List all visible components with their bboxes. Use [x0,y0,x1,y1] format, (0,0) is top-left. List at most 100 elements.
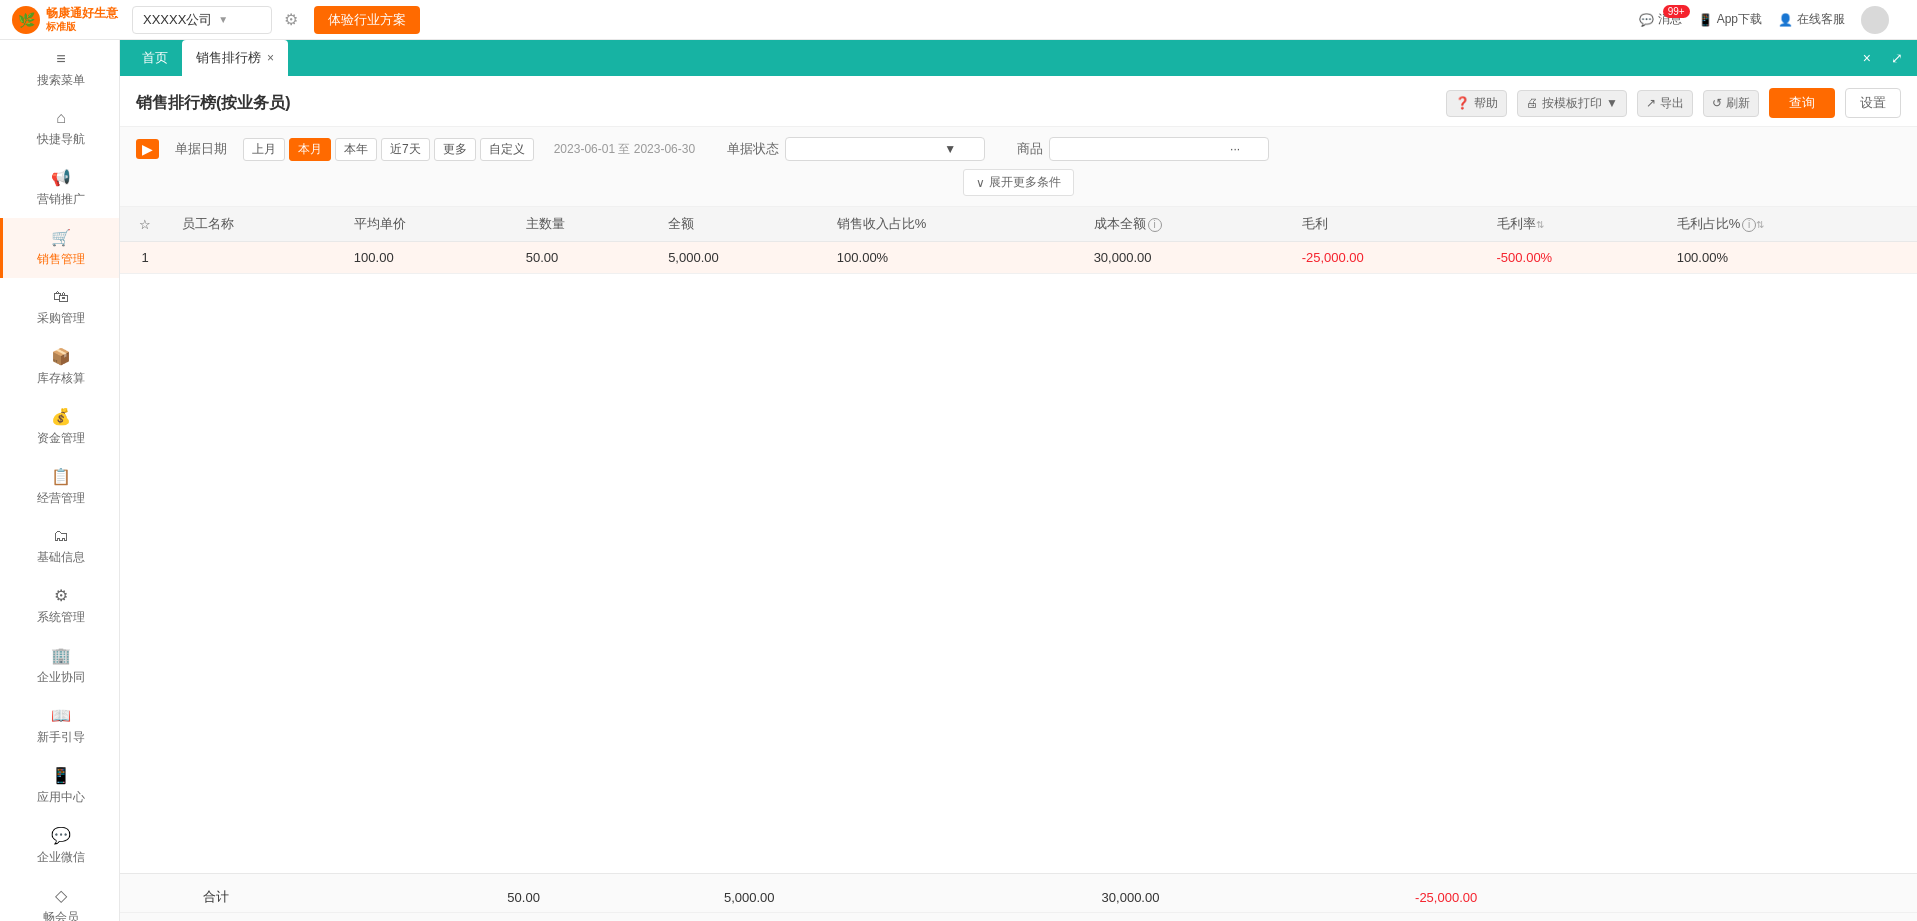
date-btn-1[interactable]: 本月 [289,138,331,161]
sidebar-label-inventory: 库存核算 [37,370,85,387]
date-btn-2[interactable]: 本年 [335,138,377,161]
sidebar-label-operations: 经营管理 [37,490,85,507]
sidebar-item-wechat[interactable]: 💬企业微信 [0,816,119,876]
col-header-gross_ratio: 毛利占比%i⇅ [1665,207,1917,242]
company-settings-icon[interactable]: ⚙ [280,6,302,33]
inventory-icon: 📦 [51,347,71,366]
cell-sales_ratio: 100.00% [825,242,1082,274]
tab-close-icon[interactable]: × [267,51,274,65]
info-icon-gross_ratio[interactable]: i [1742,218,1756,232]
date-btn-5[interactable]: 自定义 [480,138,534,161]
cell-index: 1 [120,242,170,274]
cell-employee [170,242,342,274]
sidebar-item-search-order[interactable]: ≡搜索菜单 [0,40,119,99]
tab-home[interactable]: 首页 [128,40,182,76]
info-icon-cost_amount[interactable]: i [1148,218,1162,232]
sidebar-item-beginner[interactable]: 📖新手引导 [0,696,119,756]
sidebar-item-member[interactable]: ◇畅会员 [0,876,119,921]
sidebar-item-operations[interactable]: 📋经营管理 [0,457,119,517]
sidebar-item-marketing[interactable]: 📢营销推广 [0,158,119,218]
sidebar-item-quick-nav[interactable]: ⌂快捷导航 [0,99,119,158]
tab-sales-ranking[interactable]: 销售排行榜 × [182,40,288,76]
date-range: 2023-06-01 至 2023-06-30 [554,141,695,158]
sidebar: ≡搜索菜单⌂快捷导航📢营销推广 🛒 销售管理 🛍 采购管理 📦 库存核算 💰资金管理📋经营管理… [0,40,120,921]
sort-icon-gross_ratio[interactable]: ⇅ [1756,219,1764,230]
cell-gross_profit: -25,000.00 [1290,242,1485,274]
filter-row: ▶ 单据日期 上月本月本年近7天更多自定义 2023-06-01 至 2023-… [136,137,1901,161]
page-header: 销售排行榜(按业务员) ❓ 帮助 🖨 按模板打印 ▼ ↗ 导出 [120,76,1917,127]
filter-area: ▶ 单据日期 上月本月本年近7天更多自定义 2023-06-01 至 2023-… [120,127,1917,207]
purchase-mgmt-icon: 🛍 [53,288,69,306]
logo-text: 畅康通好生意 标准版 [46,6,118,32]
sidebar-item-enterprise[interactable]: 🏢企业协同 [0,636,119,696]
marketing-icon: 📢 [51,168,71,187]
sidebar-label-quick-nav: 快捷导航 [37,131,85,148]
sidebar-item-purchase-mgmt[interactable]: 🛍 采购管理 [0,278,119,337]
template-print-button[interactable]: 🖨 按模板打印 ▼ [1517,90,1627,117]
sidebar-item-basic-info[interactable]: 🗂基础信息 [0,517,119,576]
refresh-icon: ↺ [1712,96,1722,110]
tab-bar-actions: × ⤢ [1857,48,1909,68]
date-btn-0[interactable]: 上月 [243,138,285,161]
sidebar-label-sales-mgmt: 销售管理 [37,251,85,268]
footer-cell-gross_margin [1733,882,1825,913]
chevron-down-icon: ∨ [976,176,985,190]
online-service-btn[interactable]: 👤 在线客服 [1778,11,1845,28]
maximize-icon[interactable]: ⤢ [1885,48,1909,68]
logo-icon: 🌿 [12,6,40,34]
sidebar-item-system-mgmt[interactable]: ⚙系统管理 [0,576,119,636]
col-header-quantity: 主数量 [514,207,656,242]
col-header-gross_margin: 毛利率⇅ [1485,207,1665,242]
sidebar-label-member: 畅会员 [43,909,79,921]
goods-more-icon: ··· [1230,142,1240,156]
main-area: 首页 销售排行榜 × × ⤢ 销售排行榜(按业务员) ❓ 帮助 [120,40,1917,921]
col-header-gross_profit: 毛利 [1290,207,1485,242]
sidebar-item-inventory[interactable]: 📦 库存核算 [0,337,119,397]
cell-quantity: 50.00 [514,242,656,274]
goods-select[interactable]: ··· [1049,137,1269,161]
footer-cell-cost_amount: 30,000.00 [1090,882,1403,913]
query-button[interactable]: 查询 [1769,88,1835,118]
sales-mgmt-icon: 🛒 [51,228,71,247]
company-selector[interactable]: XXXXX公司 ▼ [132,6,272,34]
more-filter-row: ∨ 展开更多条件 [136,169,1901,196]
content-area: 销售排行榜(按业务员) ❓ 帮助 🖨 按模板打印 ▼ ↗ 导出 [120,76,1917,921]
footer-cell-sales_ratio [998,882,1090,913]
refresh-button[interactable]: ↺ 刷新 [1703,90,1759,117]
sidebar-label-purchase-mgmt: 采购管理 [37,310,85,327]
footer-cell-amount: 5,000.00 [712,882,998,913]
date-btn-3[interactable]: 近7天 [381,138,430,161]
expand-icon-btn[interactable]: ▶ [136,139,159,159]
cell-gross_ratio: 100.00% [1665,242,1917,274]
help-button[interactable]: ❓ 帮助 [1446,90,1507,117]
export-button[interactable]: ↗ 导出 [1637,90,1693,117]
col-header-employee: 员工名称 [170,207,342,242]
sidebar-item-sales-mgmt[interactable]: 🛒 销售管理 [0,218,119,278]
footer-cell-gross_ratio [1825,882,1917,913]
app-icon: 📱 [1698,13,1713,27]
sort-icon-gross_margin[interactable]: ⇅ [1536,219,1544,230]
settings-button[interactable]: 设置 [1845,88,1901,118]
footer-cell-employee [312,882,404,913]
date-btn-4[interactable]: 更多 [434,138,476,161]
close-window-icon[interactable]: × [1857,48,1877,68]
top-bar: 🌿 畅康通好生意 标准版 XXXXX公司 ▼ ⚙ 体验行业方案 💬 消息 99+… [0,0,1917,40]
try-industry-button[interactable]: 体验行业方案 [314,6,420,34]
export-icon: ↗ [1646,96,1656,110]
message-badge: 99+ [1663,5,1690,18]
page-title: 销售排行榜(按业务员) [136,93,291,114]
avatar[interactable] [1861,6,1889,34]
wechat-icon: 💬 [51,826,71,845]
help-icon: ❓ [1455,96,1470,110]
sidebar-label-finance: 资金管理 [37,430,85,447]
sidebar-item-finance[interactable]: 💰资金管理 [0,397,119,457]
sidebar-label-system-mgmt: 系统管理 [37,609,85,626]
sidebar-item-app-center[interactable]: 📱应用中心 [0,756,119,816]
message-btn[interactable]: 💬 消息 99+ [1639,11,1682,28]
expand-more-button[interactable]: ∨ 展开更多条件 [963,169,1074,196]
status-select[interactable]: ▼ [785,137,985,161]
status-filter: 单据状态 ▼ [727,137,985,161]
app-download-btn[interactable]: 📱 App下载 [1698,11,1762,28]
app-center-icon: 📱 [51,766,71,785]
col-header-amount: 全额 [656,207,825,242]
